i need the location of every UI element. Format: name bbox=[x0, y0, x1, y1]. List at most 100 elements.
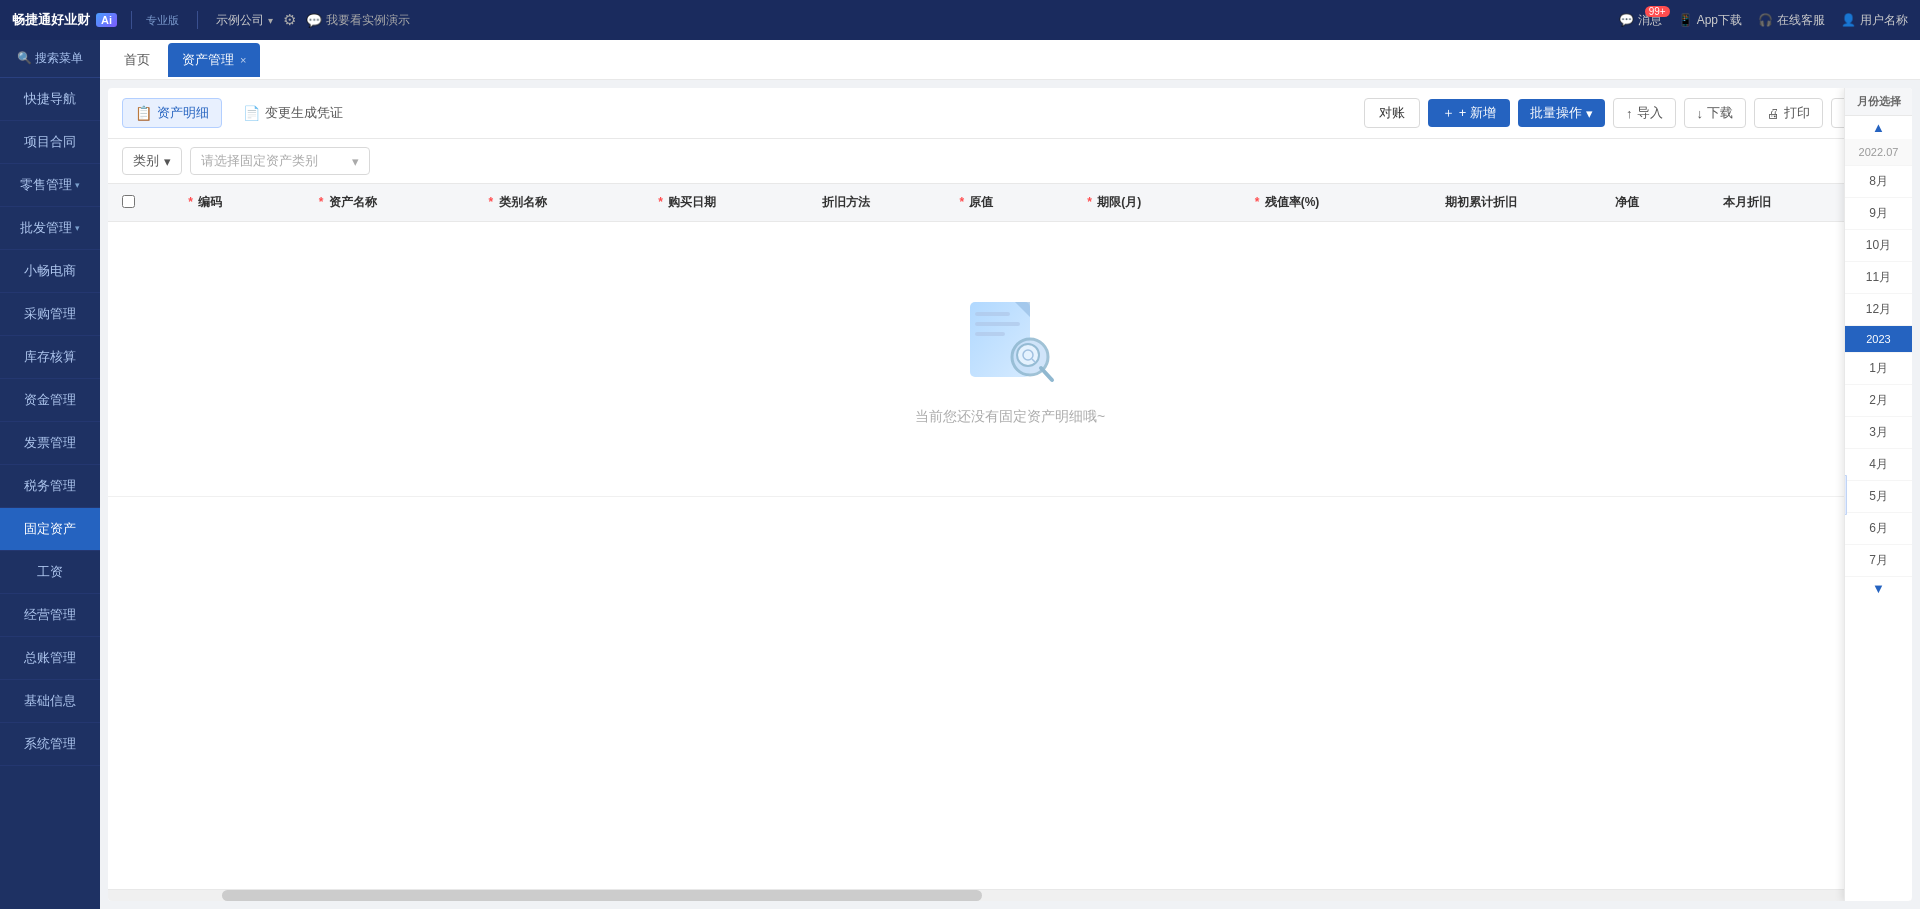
operations-label: 经营管理 bbox=[24, 606, 76, 624]
quicknav-label: 快捷导航 bbox=[24, 90, 76, 108]
month-item-5[interactable]: 5月 bbox=[1845, 481, 1912, 513]
month-item-11[interactable]: 11月 bbox=[1845, 262, 1912, 294]
month-item-9[interactable]: 9月 bbox=[1845, 198, 1912, 230]
assets-table: * 编码 * 资产名称 * 类别名称 bbox=[108, 184, 1912, 497]
category-label: 类别 bbox=[133, 152, 159, 170]
month-item-10[interactable]: 10月 bbox=[1845, 230, 1912, 262]
sidebar-item-quicknav[interactable]: 快捷导航 bbox=[0, 78, 100, 121]
user-menu[interactable]: 👤 用户名称 bbox=[1841, 12, 1908, 29]
scroll-thumb[interactable] bbox=[222, 890, 982, 901]
tax-label: 税务管理 bbox=[24, 477, 76, 495]
settings-button[interactable]: ⚙ bbox=[283, 11, 296, 29]
change-voucher-icon: 📄 bbox=[243, 105, 260, 121]
sidebar: 🔍 搜索菜单 快捷导航 项目合同 零售管理 ▾ 批发管理 ▾ 小畅电商 采购管理… bbox=[0, 40, 100, 909]
sidebar-item-retail[interactable]: 零售管理 ▾ bbox=[0, 164, 100, 207]
sidebar-item-system[interactable]: 系统管理 bbox=[0, 723, 100, 766]
sidebar-item-base[interactable]: 基础信息 bbox=[0, 680, 100, 723]
month-year-2022[interactable]: 2022.07 bbox=[1845, 139, 1912, 166]
category-value-select[interactable]: 请选择固定资产类别 ▾ bbox=[190, 147, 370, 175]
message-badge: 99+ bbox=[1645, 6, 1670, 17]
month-item-1[interactable]: 1月 bbox=[1845, 353, 1912, 385]
app-download-button[interactable]: 📱 App下载 bbox=[1678, 12, 1742, 29]
category-arrow-icon: ▾ bbox=[352, 154, 359, 169]
month-item-2[interactable]: 2月 bbox=[1845, 385, 1912, 417]
tab-home-label: 首页 bbox=[124, 51, 150, 69]
svg-rect-1 bbox=[975, 312, 1010, 316]
topbar-right: 💬 消息 99+ 📱 App下载 🎧 在线客服 👤 用户名称 bbox=[1619, 12, 1908, 29]
add-button[interactable]: ＋ + 新增 bbox=[1428, 99, 1510, 127]
month-item-6[interactable]: 6月 bbox=[1845, 513, 1912, 545]
sidebar-item-inventory[interactable]: 库存核算 bbox=[0, 336, 100, 379]
tab-close-icon[interactable]: × bbox=[240, 54, 246, 66]
category-type-select[interactable]: 类别 ▾ bbox=[122, 147, 182, 175]
invoice-label: 发票管理 bbox=[24, 434, 76, 452]
select-all-checkbox[interactable] bbox=[122, 195, 135, 208]
sidebar-item-fixed-assets[interactable]: 固定资产 bbox=[0, 508, 100, 551]
main-layout: 🔍 搜索菜单 快捷导航 项目合同 零售管理 ▾ 批发管理 ▾ 小畅电商 采购管理… bbox=[0, 40, 1920, 909]
horizontal-scrollbar[interactable] bbox=[108, 889, 1912, 901]
col-original-value: * 原值 bbox=[919, 184, 1034, 222]
search-label: 搜索菜单 bbox=[35, 51, 83, 65]
sub-tab-asset-detail[interactable]: 📋 资产明细 bbox=[122, 98, 222, 128]
app-download-icon: 📱 bbox=[1678, 13, 1693, 27]
panel-toggle-button[interactable]: › bbox=[1844, 475, 1847, 515]
month-item-4[interactable]: 4月 bbox=[1845, 449, 1912, 481]
sidebar-item-finance[interactable]: 资金管理 bbox=[0, 379, 100, 422]
month-panel: › 月份选择 ▲ 2022.07 8月 9月 10月 11月 12月 2023 … bbox=[1844, 88, 1912, 901]
brand: 畅捷通好业财 Ai bbox=[12, 11, 117, 29]
month-up-nav[interactable]: ▲ bbox=[1845, 116, 1912, 139]
message-icon: 💬 bbox=[1619, 13, 1634, 27]
month-year-2023[interactable]: 2023 bbox=[1845, 326, 1912, 353]
project-label: 项目合同 bbox=[24, 133, 76, 151]
toolbar-right: 对账 ＋ + 新增 批量操作 ▾ ↑ 导入 bbox=[1364, 98, 1898, 128]
download-button[interactable]: ↓ 下载 bbox=[1684, 98, 1747, 128]
month-panel-header: 月份选择 bbox=[1845, 88, 1912, 116]
print-button[interactable]: 🖨 打印 bbox=[1754, 98, 1823, 128]
ai-badge: Ai bbox=[96, 13, 117, 27]
table-wrap: * 编码 * 资产名称 * 类别名称 bbox=[108, 184, 1912, 889]
duizhang-button[interactable]: 对账 bbox=[1364, 98, 1420, 128]
sidebar-search[interactable]: 🔍 搜索菜单 bbox=[0, 40, 100, 78]
sidebar-item-operations[interactable]: 经营管理 bbox=[0, 594, 100, 637]
company-selector[interactable]: 示例公司 ▾ bbox=[216, 12, 273, 29]
add-icon: ＋ bbox=[1442, 104, 1455, 122]
batch-button[interactable]: 批量操作 ▾ bbox=[1518, 99, 1605, 127]
ecommerce-label: 小畅电商 bbox=[24, 262, 76, 280]
sidebar-item-purchase[interactable]: 采购管理 bbox=[0, 293, 100, 336]
col-residual-rate: * 残值率(%) bbox=[1194, 184, 1379, 222]
month-item-8[interactable]: 8月 bbox=[1845, 166, 1912, 198]
retail-label: 零售管理 bbox=[20, 176, 72, 194]
user-icon: 👤 bbox=[1841, 13, 1856, 27]
sidebar-item-ecommerce[interactable]: 小畅电商 bbox=[0, 250, 100, 293]
message-button[interactable]: 💬 消息 99+ bbox=[1619, 12, 1662, 29]
sub-tab-change-voucher[interactable]: 📄 变更生成凭证 bbox=[230, 98, 356, 128]
content-area: 首页 资产管理 × 📋 资产明细 📄 变更生成凭证 bbox=[100, 40, 1920, 909]
print-label: 打印 bbox=[1784, 104, 1810, 122]
tab-assets[interactable]: 资产管理 × bbox=[168, 43, 260, 77]
month-item-3[interactable]: 3月 bbox=[1845, 417, 1912, 449]
page-content-inner: 📋 资产明细 📄 变更生成凭证 对账 ＋ + 新增 bbox=[108, 88, 1912, 901]
sidebar-item-tax[interactable]: 税务管理 bbox=[0, 465, 100, 508]
retail-arrow-icon: ▾ bbox=[75, 180, 80, 190]
sidebar-item-invoice[interactable]: 发票管理 bbox=[0, 422, 100, 465]
system-label: 系统管理 bbox=[24, 735, 76, 753]
headset-icon: 🎧 bbox=[1758, 13, 1773, 27]
svg-rect-3 bbox=[975, 332, 1005, 336]
sidebar-item-wholesale[interactable]: 批发管理 ▾ bbox=[0, 207, 100, 250]
month-down-nav[interactable]: ▼ bbox=[1845, 577, 1912, 600]
sidebar-item-project[interactable]: 项目合同 bbox=[0, 121, 100, 164]
demo-icon: 💬 bbox=[306, 13, 322, 28]
month-item-7[interactable]: 7月 bbox=[1845, 545, 1912, 577]
sidebar-item-ledger[interactable]: 总账管理 bbox=[0, 637, 100, 680]
import-button[interactable]: ↑ 导入 bbox=[1613, 98, 1676, 128]
col-net-value: 净值 bbox=[1582, 184, 1674, 222]
search-icon: 🔍 bbox=[17, 51, 32, 65]
tab-home[interactable]: 首页 bbox=[110, 43, 164, 77]
online-service-button[interactable]: 🎧 在线客服 bbox=[1758, 12, 1825, 29]
month-item-12[interactable]: 12月 bbox=[1845, 294, 1912, 326]
col-accumulated: 期初累计折旧 bbox=[1380, 184, 1582, 222]
add-label: + 新增 bbox=[1459, 104, 1496, 122]
svg-line-7 bbox=[1041, 368, 1052, 380]
demo-link[interactable]: 💬 我要看实例演示 bbox=[306, 12, 410, 29]
sidebar-item-salary[interactable]: 工资 bbox=[0, 551, 100, 594]
